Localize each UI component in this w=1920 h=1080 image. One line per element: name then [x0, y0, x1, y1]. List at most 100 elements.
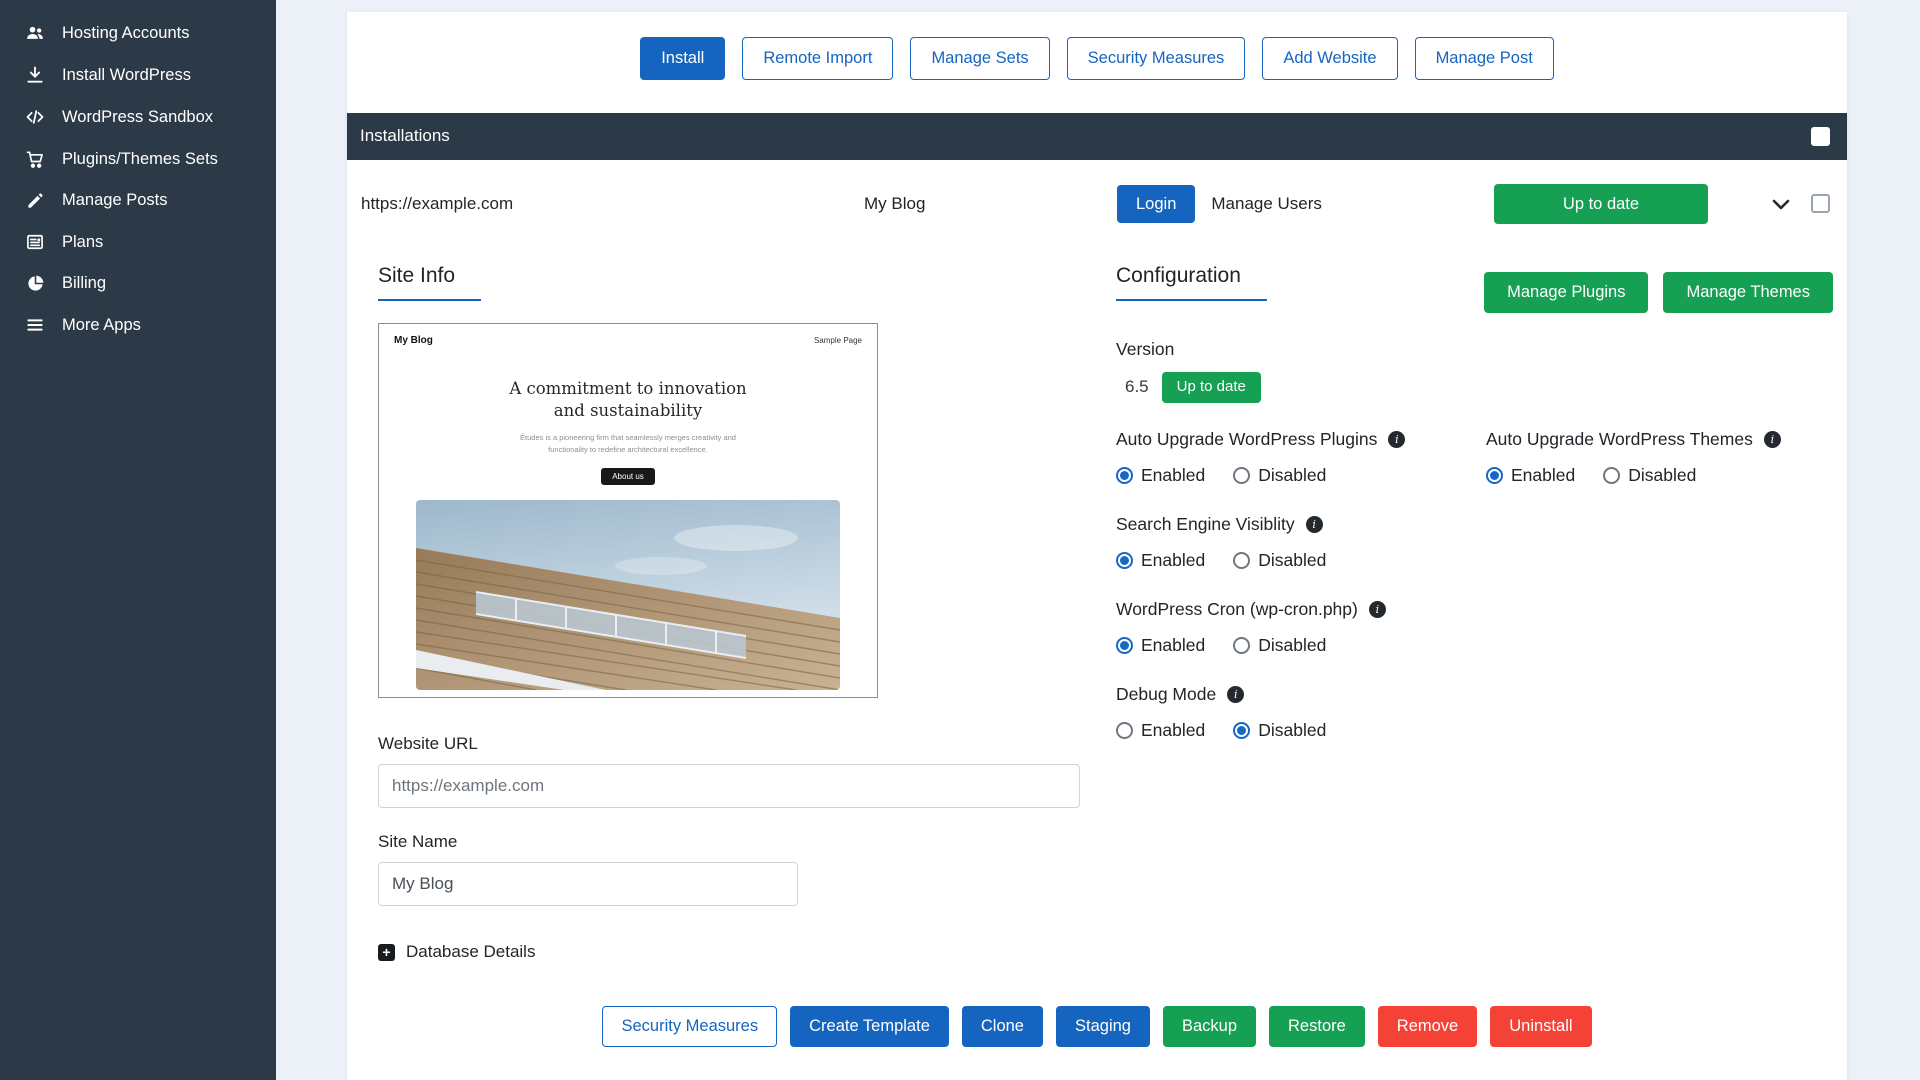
radio-icon[interactable] [1233, 636, 1251, 654]
row-checkbox[interactable] [1811, 194, 1830, 214]
option-label: Debug Mode [1116, 683, 1217, 704]
remove-button[interactable]: Remove [1377, 1006, 1478, 1047]
installations-title: Installations [360, 126, 450, 146]
installation-row: https://example.com My Blog Login Manage… [347, 160, 1847, 245]
backup-button[interactable]: Backup [1162, 1006, 1257, 1047]
info-icon[interactable] [1388, 430, 1406, 448]
manage-post-button[interactable]: Manage Post [1414, 37, 1554, 80]
option-search-engine-visibility: Search Engine Visiblity Enabled Disabled [1116, 514, 1833, 571]
uninstall-button[interactable]: Uninstall [1490, 1006, 1592, 1047]
sidebar-item-manage-posts[interactable]: Manage Posts [0, 180, 276, 221]
radio-disabled[interactable]: Disabled [1233, 720, 1326, 741]
sidebar-item-plugins-themes-sets[interactable]: Plugins/Themes Sets [0, 138, 276, 180]
installation-site-name: My Blog [864, 193, 926, 213]
sidebar-item-label: Plans [62, 232, 104, 251]
sidebar-item-label: WordPress Sandbox [62, 107, 214, 126]
cart-icon [23, 149, 47, 169]
sidebar-item-more-apps[interactable]: More Apps [0, 304, 276, 346]
sidebar-item-billing[interactable]: Billing [0, 263, 276, 304]
radio-icon[interactable] [1116, 551, 1133, 569]
site-preview: My Blog Sample Page A commitment to inno… [378, 323, 878, 699]
preview-photo [416, 500, 840, 691]
radio-icon[interactable] [1116, 721, 1133, 739]
preview-header: My Blog Sample Page [379, 324, 877, 346]
sidebar-item-hosting-accounts[interactable]: Hosting Accounts [0, 12, 276, 54]
preview-title: A commitment to innovation and sustainab… [509, 379, 747, 420]
radio-enabled[interactable]: Enabled [1116, 720, 1205, 741]
info-icon[interactable] [1763, 430, 1781, 448]
radio-disabled[interactable]: Disabled [1233, 635, 1326, 656]
option-auto-upgrade-plugins: Auto Upgrade WordPress Plugins Enabled [1116, 429, 1486, 486]
add-website-button[interactable]: Add Website [1262, 37, 1398, 80]
website-url-input[interactable] [378, 764, 1080, 809]
preview-brand: My Blog [394, 335, 433, 347]
option-auto-upgrade-themes: Auto Upgrade WordPress Themes Enabled [1486, 429, 1833, 486]
install-tab-button[interactable]: Install [640, 37, 726, 80]
configuration-options: Auto Upgrade WordPress Plugins Enabled [1116, 429, 1833, 741]
info-icon[interactable] [1305, 515, 1323, 533]
radio-icon[interactable] [1486, 466, 1503, 484]
sidebar-item-wordpress-sandbox[interactable]: WordPress Sandbox [0, 96, 276, 138]
preview-about-us-button: About us [601, 468, 655, 486]
radio-icon[interactable] [1603, 466, 1621, 484]
radio-icon[interactable] [1116, 466, 1133, 484]
radio-icon[interactable] [1233, 466, 1251, 484]
manage-sets-button[interactable]: Manage Sets [910, 37, 1050, 80]
version-up-to-date-button[interactable]: Up to date [1161, 371, 1261, 403]
security-measures-button[interactable]: Security Measures [602, 1006, 778, 1047]
radio-icon[interactable] [1233, 551, 1251, 569]
site-info-heading: Site Info [378, 264, 482, 302]
option-label: WordPress Cron (wp-cron.php) [1116, 598, 1358, 619]
sidebar-item-label: Install WordPress [62, 65, 191, 84]
chevron-down-icon[interactable] [1769, 192, 1793, 216]
manage-users-link[interactable]: Manage Users [1211, 194, 1322, 214]
radio-enabled[interactable]: Enabled [1116, 465, 1205, 486]
option-label: Search Engine Visiblity [1116, 513, 1295, 534]
sidebar-item-plans[interactable]: Plans [0, 221, 276, 263]
info-icon[interactable] [1368, 600, 1386, 618]
site-info-column: Site Info My Blog Sample Page A commitme… [378, 264, 1116, 962]
radio-disabled[interactable]: Disabled [1233, 550, 1326, 571]
radio-disabled[interactable]: Disabled [1603, 465, 1696, 486]
site-name-input[interactable] [378, 862, 798, 907]
manage-plugins-button[interactable]: Manage Plugins [1484, 272, 1649, 313]
manage-themes-button[interactable]: Manage Themes [1663, 272, 1833, 313]
database-details-label: Database Details [406, 942, 536, 962]
site-name-label: Site Name [378, 832, 458, 852]
version-row: 6.5 Up to date [1116, 371, 1833, 403]
radio-icon[interactable] [1233, 721, 1251, 739]
installation-url: https://example.com [361, 193, 514, 213]
option-wordpress-cron: WordPress Cron (wp-cron.php) Enabled Dis… [1116, 599, 1833, 656]
sidebar-item-install-wordpress[interactable]: Install WordPress [0, 54, 276, 96]
option-debug-mode: Debug Mode Enabled Disabled [1116, 684, 1833, 741]
remote-import-button[interactable]: Remote Import [742, 37, 894, 80]
select-all-checkbox[interactable] [1811, 126, 1830, 146]
info-icon[interactable] [1227, 685, 1245, 703]
plus-icon [378, 943, 395, 961]
sidebar-item-label: Manage Posts [62, 191, 168, 209]
installation-actions: Security Measures Create Template Clone … [347, 1006, 1847, 1047]
login-button[interactable]: Login [1117, 184, 1196, 224]
database-details-toggle[interactable]: Database Details [378, 942, 1116, 962]
radio-enabled[interactable]: Enabled [1116, 550, 1205, 571]
clone-button[interactable]: Clone [961, 1006, 1043, 1047]
sidebar-item-label: Hosting Accounts [62, 23, 190, 42]
radio-disabled[interactable]: Disabled [1233, 465, 1326, 486]
restore-button[interactable]: Restore [1269, 1006, 1365, 1047]
staging-button[interactable]: Staging [1056, 1006, 1150, 1047]
pie-chart-icon [23, 274, 47, 293]
configuration-header: Configuration Manage Plugins Manage Them… [1116, 264, 1833, 313]
radio-enabled[interactable]: Enabled [1486, 465, 1575, 486]
installations-header-bar: Installations [347, 112, 1847, 160]
configuration-column: Configuration Manage Plugins Manage Them… [1116, 264, 1833, 962]
users-icon [23, 23, 47, 43]
radio-enabled[interactable]: Enabled [1116, 635, 1205, 656]
security-measures-tab-button[interactable]: Security Measures [1066, 37, 1246, 80]
version-label: Version [1116, 338, 1175, 359]
content-card: Install Remote Import Manage Sets Securi… [347, 12, 1847, 1080]
sidebar-item-label: Billing [62, 274, 107, 292]
up-to-date-status-button[interactable]: Up to date [1494, 183, 1708, 225]
radio-icon[interactable] [1116, 636, 1133, 654]
create-template-button[interactable]: Create Template [790, 1006, 949, 1047]
login-group: Login Manage Users [1117, 184, 1494, 224]
